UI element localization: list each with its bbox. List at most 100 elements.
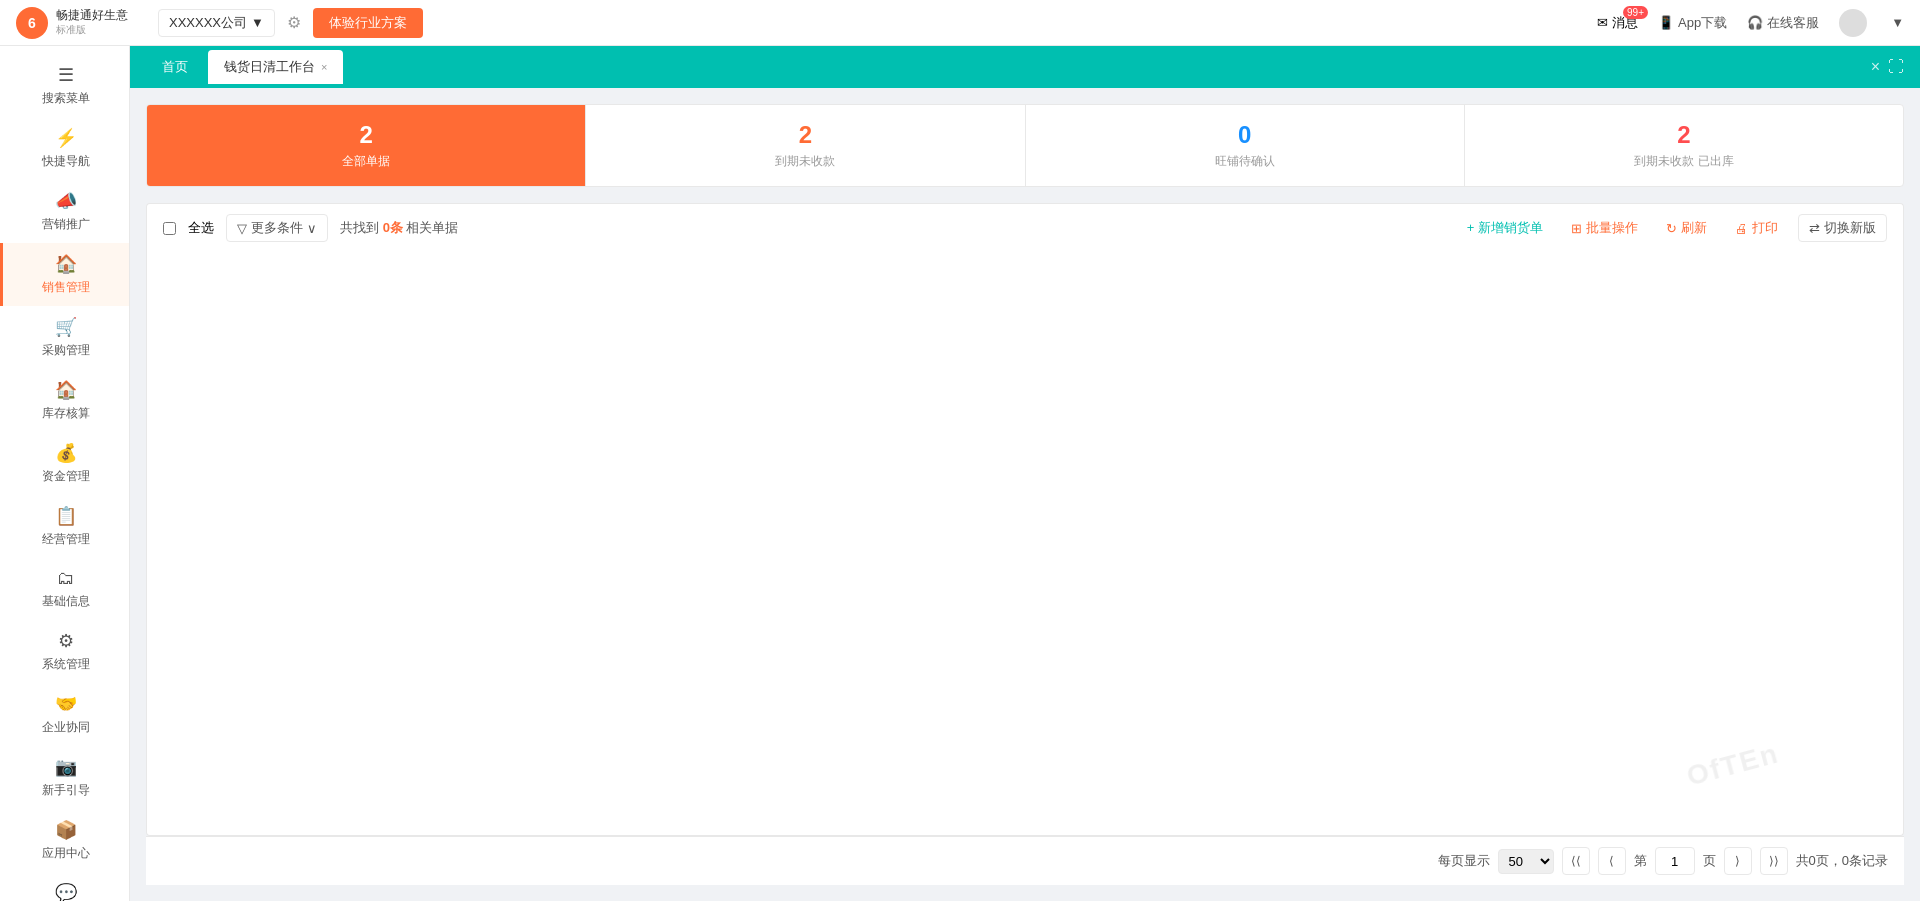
table-empty bbox=[147, 252, 1903, 835]
sidebar-item-label: 经营管理 bbox=[42, 531, 90, 548]
sales-icon: 🏠 bbox=[55, 253, 77, 275]
switch-label: 切换新版 bbox=[1824, 219, 1876, 237]
logo-sub: 标准版 bbox=[56, 23, 128, 37]
tab-actions: × ⛶ bbox=[1871, 58, 1904, 76]
sidebar-item-purchase[interactable]: 🛒 采购管理 bbox=[0, 306, 129, 369]
sidebar-item-inventory[interactable]: 🏠 库存核算 bbox=[0, 369, 129, 432]
first-page-btn[interactable]: ⟨⟨ bbox=[1562, 847, 1590, 875]
app-download-label: App下载 bbox=[1678, 14, 1727, 32]
sidebar-item-enterprise[interactable]: 🤝 企业协同 bbox=[0, 683, 129, 746]
username-area[interactable]: ▼ bbox=[1887, 15, 1904, 30]
trial-button[interactable]: 体验行业方案 bbox=[313, 8, 423, 38]
sidebar-item-operation[interactable]: 📋 经营管理 bbox=[0, 495, 129, 558]
refresh-label: 刷新 bbox=[1681, 219, 1707, 237]
last-page-btn[interactable]: ⟩⟩ bbox=[1760, 847, 1788, 875]
page-size-select[interactable]: 50 100 200 bbox=[1498, 849, 1554, 874]
sidebar-item-sales[interactable]: 🏠 销售管理 bbox=[0, 243, 129, 306]
sidebar-item-label: 快捷导航 bbox=[42, 153, 90, 170]
new-sale-button[interactable]: + 新增销货单 bbox=[1459, 215, 1551, 241]
sidebar-item-label: 采购管理 bbox=[42, 342, 90, 359]
tab-maximize-icon[interactable]: ⛶ bbox=[1888, 58, 1904, 76]
stat-card-all[interactable]: 2 全部单据 bbox=[147, 105, 586, 186]
marketing-icon: 📣 bbox=[55, 190, 77, 212]
sidebar-item-label: 资金管理 bbox=[42, 468, 90, 485]
stat-number-overdue: 2 bbox=[610, 121, 1000, 149]
select-all-label: 全选 bbox=[188, 219, 214, 237]
sidebar-item-label: 库存核算 bbox=[42, 405, 90, 422]
filter-icon: ▽ bbox=[237, 221, 247, 236]
switch-version-btn[interactable]: ⇄ 切换新版 bbox=[1798, 214, 1887, 242]
found-text: 共找到 0条 相关单据 bbox=[340, 219, 458, 237]
page-number-input[interactable]: 1 bbox=[1655, 847, 1695, 875]
sidebar-item-label: 搜索菜单 bbox=[42, 90, 90, 107]
quick-nav-icon: ⚡ bbox=[55, 127, 77, 149]
company-selector[interactable]: XXXXXX公司 ▼ bbox=[158, 9, 275, 37]
toolbar-right: + 新增销货单 ⊞ 批量操作 ↻ 刷新 🖨 打印 bbox=[1459, 214, 1887, 242]
online-service-label: 在线客服 bbox=[1767, 14, 1819, 32]
enterprise-icon: 🤝 bbox=[55, 693, 77, 715]
table-area bbox=[146, 252, 1904, 836]
content-area: 首页 钱货日清工作台 × × ⛶ 2 全部单据 2 到期 bbox=[130, 46, 1920, 901]
wechat-icon: 💬 bbox=[55, 882, 77, 901]
guide-icon: 📷 bbox=[55, 756, 77, 778]
stat-label-pending: 旺铺待确认 bbox=[1050, 153, 1440, 170]
found-count: 0条 bbox=[383, 220, 403, 235]
stat-card-overdue[interactable]: 2 到期未收款 bbox=[586, 105, 1025, 186]
stat-label-all: 全部单据 bbox=[171, 153, 561, 170]
switch-icon: ⇄ bbox=[1809, 221, 1820, 236]
sidebar-item-app-center[interactable]: 📦 应用中心 bbox=[0, 809, 129, 872]
sidebar-item-label: 企业协同 bbox=[42, 719, 90, 736]
next-page-btn[interactable]: ⟩ bbox=[1724, 847, 1752, 875]
sidebar-item-base-info[interactable]: 🗂 基础信息 bbox=[0, 558, 129, 620]
sidebar-item-system[interactable]: ⚙ 系统管理 bbox=[0, 620, 129, 683]
sidebar-item-label: 销售管理 bbox=[42, 279, 90, 296]
avatar[interactable] bbox=[1839, 9, 1867, 37]
app-download-btn[interactable]: 📱 App下载 bbox=[1658, 14, 1727, 32]
batch-icon: ⊞ bbox=[1571, 221, 1582, 236]
sidebar-item-finance[interactable]: 💰 资金管理 bbox=[0, 432, 129, 495]
operation-icon: 📋 bbox=[55, 505, 77, 527]
filter-button[interactable]: ▽ 更多条件 ∨ bbox=[226, 214, 328, 242]
sidebar-item-label: 新手引导 bbox=[42, 782, 90, 799]
total-info: 共0页，0条记录 bbox=[1796, 852, 1888, 870]
sidebar-item-label: 基础信息 bbox=[42, 593, 90, 610]
filter-label: 更多条件 bbox=[251, 219, 303, 237]
tab-home[interactable]: 首页 bbox=[146, 50, 204, 84]
message-area[interactable]: ✉ 消息 99+ bbox=[1597, 14, 1638, 32]
prev-page-btn[interactable]: ⟨ bbox=[1598, 847, 1626, 875]
tab-active-label: 钱货日清工作台 bbox=[224, 58, 315, 76]
select-all-checkbox[interactable] bbox=[163, 222, 176, 235]
top-bar-right: ✉ 消息 99+ 📱 App下载 🎧 在线客服 ▼ bbox=[1597, 9, 1904, 37]
tab-minimize-icon[interactable]: × bbox=[1871, 58, 1880, 76]
stat-card-pending[interactable]: 0 旺铺待确认 bbox=[1026, 105, 1465, 186]
purchase-icon: 🛒 bbox=[55, 316, 77, 338]
logo-name: 畅捷通好生意 bbox=[56, 8, 128, 24]
batch-label: 批量操作 bbox=[1586, 219, 1638, 237]
app-center-icon: 📦 bbox=[55, 819, 77, 841]
sidebar-item-wechat[interactable]: 💬 企业微信 bbox=[0, 872, 129, 901]
message-icon: ✉ bbox=[1597, 15, 1608, 30]
tab-close-icon[interactable]: × bbox=[321, 61, 327, 73]
stats-row: 2 全部单据 2 到期未收款 0 旺铺待确认 2 到期未收款 已出库 bbox=[146, 104, 1904, 187]
chevron-down-icon: ▼ bbox=[251, 15, 264, 30]
print-btn[interactable]: 🖨 打印 bbox=[1727, 215, 1786, 241]
sidebar-item-marketing[interactable]: 📣 营销推广 bbox=[0, 180, 129, 243]
refresh-btn[interactable]: ↻ 刷新 bbox=[1658, 215, 1715, 241]
sidebar-item-guide[interactable]: 📷 新手引导 bbox=[0, 746, 129, 809]
stat-number-overdue-out: 2 bbox=[1489, 121, 1879, 149]
sidebar-item-label: 应用中心 bbox=[42, 845, 90, 862]
online-service-btn[interactable]: 🎧 在线客服 bbox=[1747, 14, 1819, 32]
print-icon: 🖨 bbox=[1735, 221, 1748, 236]
toolbar-left: 全选 ▽ 更多条件 ∨ 共找到 0条 相关单据 bbox=[163, 214, 1447, 242]
stat-card-overdue-out[interactable]: 2 到期未收款 已出库 bbox=[1465, 105, 1903, 186]
sidebar-item-search-menu[interactable]: ☰ 搜索菜单 bbox=[0, 54, 129, 117]
sidebar-item-label: 营销推广 bbox=[42, 216, 90, 233]
batch-btn[interactable]: ⊞ 批量操作 bbox=[1563, 215, 1646, 241]
logo-icon: 6 bbox=[16, 7, 48, 39]
sidebar-item-quick-nav[interactable]: ⚡ 快捷导航 bbox=[0, 117, 129, 180]
user-chevron-icon: ▼ bbox=[1891, 15, 1904, 30]
table-container: 全选 ▽ 更多条件 ∨ 共找到 0条 相关单据 + 新增销货 bbox=[146, 203, 1904, 885]
settings-icon[interactable]: ⚙ bbox=[287, 13, 301, 32]
base-info-icon: 🗂 bbox=[57, 568, 75, 589]
tab-active[interactable]: 钱货日清工作台 × bbox=[208, 50, 343, 84]
